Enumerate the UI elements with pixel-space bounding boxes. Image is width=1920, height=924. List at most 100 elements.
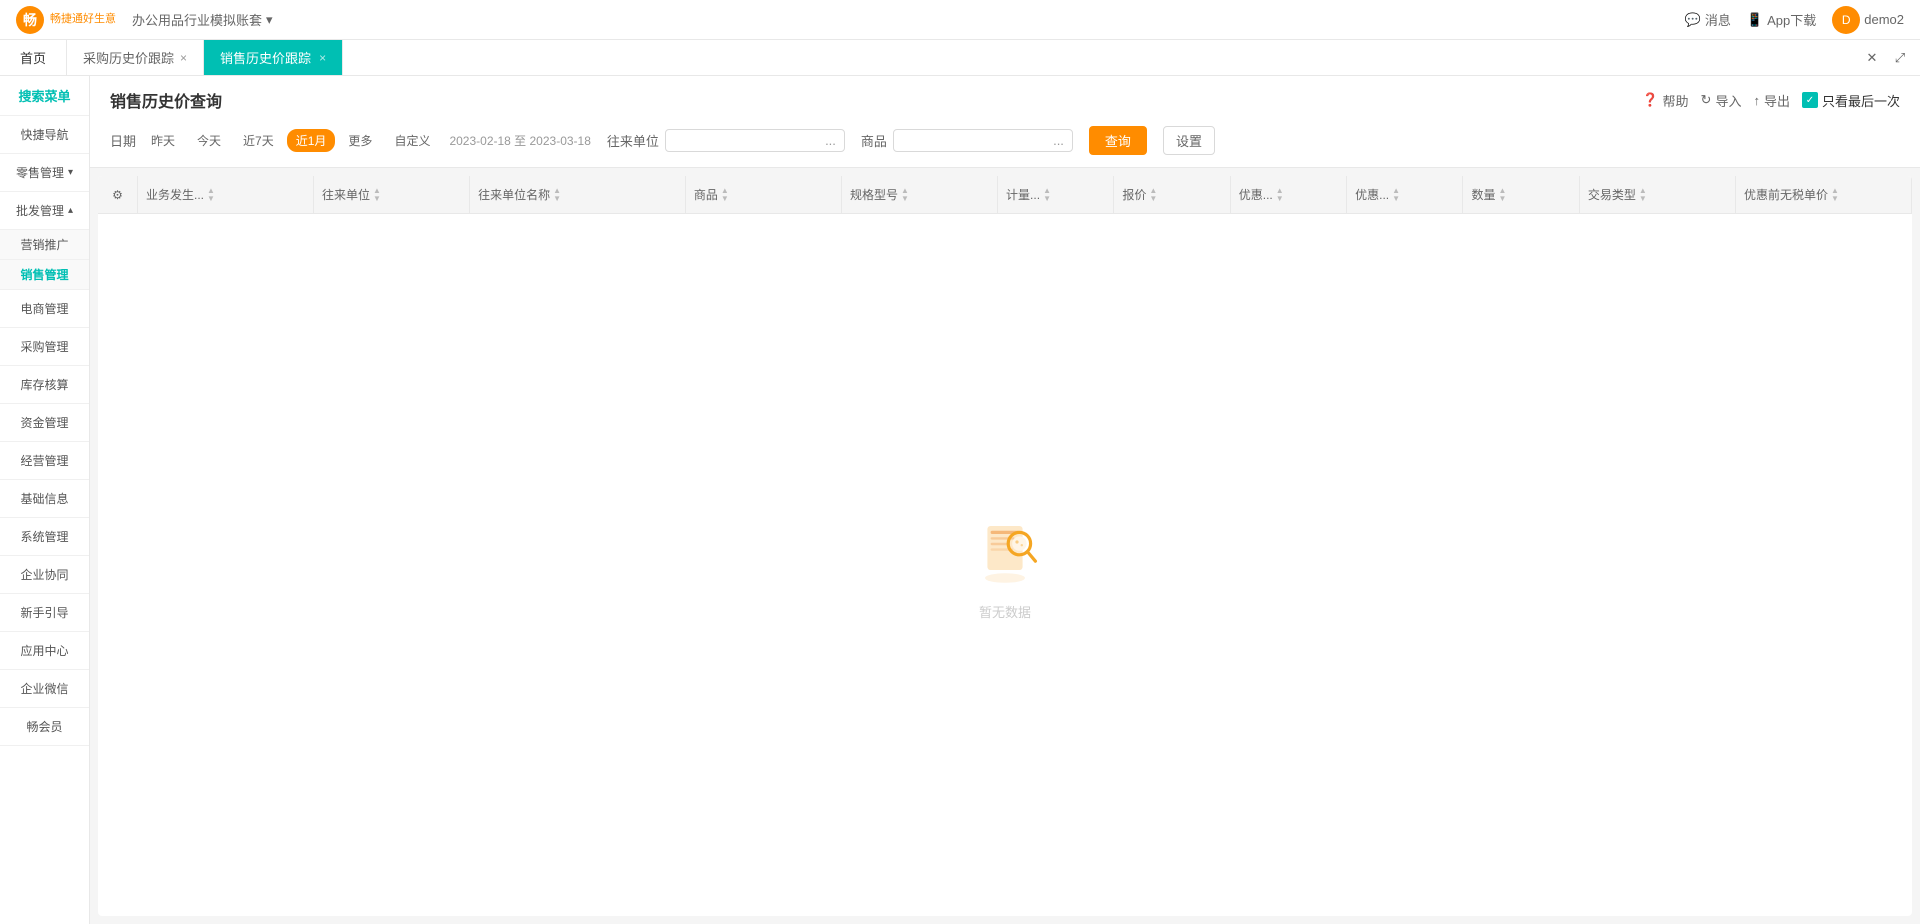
search-button[interactable]: 查询	[1089, 126, 1147, 155]
top-bar-left: 畅 畅捷通好生意 办公用品行业模拟账套 ▾	[16, 6, 281, 34]
th-spec[interactable]: 规格型号 ▲▼	[842, 176, 998, 213]
th-partner-name[interactable]: 往来单位名称 ▲▼	[470, 176, 686, 213]
date-btn-last7[interactable]: 近7天	[234, 129, 283, 152]
th-disc1[interactable]: 优惠... ▲▼	[1231, 176, 1347, 213]
tab-home[interactable]: 首页	[0, 40, 67, 75]
sidebar-item-wholesale[interactable]: 批发管理 ▴	[0, 192, 89, 230]
sidebar-purchase-label: 采购管理	[20, 338, 68, 355]
date-buttons: 昨天 今天 近7天 近1月 更多 自定义	[142, 129, 439, 152]
empty-state: 暂无数据	[98, 214, 1912, 916]
tab-sales-history-label: 销售历史价跟踪	[220, 48, 311, 67]
only-last-checkbox-label[interactable]: ✓ 只看最后一次	[1802, 91, 1900, 110]
sidebar-item-marketing[interactable]: 营销推广	[0, 230, 89, 260]
th-disc1-label: 优惠...	[1239, 186, 1273, 203]
app-selector-label: 办公用品行业模拟账套	[132, 10, 262, 29]
import-btn[interactable]: ↻ 导入	[1701, 91, 1742, 110]
th-qty[interactable]: 数量 ▲▼	[1463, 176, 1579, 213]
sidebar-sales-mgmt-label: 销售管理	[20, 268, 68, 282]
product-label: 商品	[861, 131, 887, 150]
sidebar-item-inventory[interactable]: 库存核算	[0, 366, 89, 404]
partner-label: 往来单位	[607, 131, 659, 150]
date-filter-group: 日期 昨天 今天 近7天 近1月 更多 自定义 2023-02-18 至 202…	[110, 129, 591, 152]
sidebar-retail-label: 零售管理	[16, 164, 64, 181]
message-btn[interactable]: 💬 消息	[1685, 10, 1731, 29]
date-btn-last1m[interactable]: 近1月	[287, 129, 336, 152]
sidebar-item-operations[interactable]: 经营管理	[0, 442, 89, 480]
app-download-btn[interactable]: 📱 App下载	[1747, 10, 1816, 29]
th-unit[interactable]: 计量... ▲▼	[998, 176, 1114, 213]
sidebar-item-new-guide[interactable]: 新手引导	[0, 594, 89, 632]
only-last-label: 只看最后一次	[1822, 91, 1900, 110]
date-btn-yesterday[interactable]: 昨天	[142, 129, 184, 152]
th-price[interactable]: 报价 ▲▼	[1114, 176, 1230, 213]
sidebar-vip-label: 畅会员	[26, 718, 62, 735]
page-title-row: 销售历史价查询 ❓ 帮助 ↻ 导入 ↑ 导出 ✓	[110, 88, 1900, 112]
only-last-checkbox[interactable]: ✓	[1802, 92, 1818, 108]
sidebar-item-enterprise-collab[interactable]: 企业协同	[0, 556, 89, 594]
sort-arrows-trade-type: ▲▼	[1639, 187, 1647, 203]
sidebar-item-sales-mgmt[interactable]: 销售管理	[0, 260, 89, 290]
export-icon: ↑	[1753, 93, 1760, 108]
main-layout: 搜索菜单 快捷导航 零售管理 ▾ 批发管理 ▴ 营销推广 销售管理 电商管理 采…	[0, 76, 1920, 924]
sidebar-item-ecommerce[interactable]: 电商管理	[0, 290, 89, 328]
sidebar-operations-label: 经营管理	[20, 452, 68, 469]
sidebar-item-vip[interactable]: 畅会员	[0, 708, 89, 746]
filter-settings-button[interactable]: 设置	[1163, 126, 1215, 155]
chevron-down-icon: ▾	[68, 167, 73, 178]
sidebar-item-search-menu[interactable]: 搜索菜单	[0, 76, 89, 116]
product-input[interactable]: ...	[893, 129, 1073, 152]
sidebar-item-enterprise-wechat[interactable]: 企业微信	[0, 670, 89, 708]
tab-sales-history-close[interactable]: ×	[319, 51, 326, 65]
th-disc2[interactable]: 优惠... ▲▼	[1347, 176, 1463, 213]
tab-close-all-btn[interactable]: ✕	[1860, 46, 1884, 70]
date-btn-more[interactable]: 更多	[339, 129, 381, 152]
top-bar-right: 💬 消息 📱 App下载 D demo2	[1685, 6, 1904, 34]
tab-purchase-history[interactable]: 采购历史价跟踪 ×	[67, 40, 204, 75]
th-pre-disc-price-label: 优惠前无税单价	[1744, 186, 1828, 203]
page-header: 销售历史价查询 ❓ 帮助 ↻ 导入 ↑ 导出 ✓	[90, 76, 1920, 168]
empty-icon	[965, 510, 1045, 590]
th-spec-label: 规格型号	[850, 186, 898, 203]
tab-expand-btn[interactable]: ⤢	[1888, 46, 1912, 70]
sidebar-item-purchase[interactable]: 采购管理	[0, 328, 89, 366]
th-trade-type[interactable]: 交易类型 ▲▼	[1580, 176, 1736, 213]
sidebar-item-app-center[interactable]: 应用中心	[0, 632, 89, 670]
filter-row: 日期 昨天 今天 近7天 近1月 更多 自定义 2023-02-18 至 202…	[110, 122, 1900, 159]
product-filter-group: 商品 ...	[861, 129, 1073, 152]
th-product-label: 商品	[694, 186, 718, 203]
help-label: 帮助	[1663, 91, 1689, 110]
page-title: 销售历史价查询	[110, 88, 222, 112]
export-btn[interactable]: ↑ 导出	[1753, 91, 1790, 110]
sidebar-item-finance[interactable]: 资金管理	[0, 404, 89, 442]
partner-input[interactable]: ...	[665, 129, 845, 152]
user-menu[interactable]: D demo2	[1832, 6, 1904, 34]
gear-icon: ⚙	[112, 188, 123, 202]
avatar: D	[1832, 6, 1860, 34]
th-disc2-label: 优惠...	[1355, 186, 1389, 203]
sidebar-item-retail[interactable]: 零售管理 ▾	[0, 154, 89, 192]
th-product[interactable]: 商品 ▲▼	[686, 176, 842, 213]
date-btn-custom[interactable]: 自定义	[385, 129, 439, 152]
th-trade-type-label: 交易类型	[1588, 186, 1636, 203]
th-business-date[interactable]: 业务发生... ▲▼	[138, 176, 314, 213]
help-btn[interactable]: ❓ 帮助	[1642, 91, 1688, 110]
th-partner-name-label: 往来单位名称	[478, 186, 550, 203]
sidebar-inventory-label: 库存核算	[20, 376, 68, 393]
chevron-down-icon: ▾	[266, 12, 273, 28]
th-settings[interactable]: ⚙	[98, 176, 138, 213]
date-btn-today[interactable]: 今天	[188, 129, 230, 152]
app-selector[interactable]: 办公用品行业模拟账套 ▾	[124, 6, 281, 33]
page-actions: ❓ 帮助 ↻ 导入 ↑ 导出 ✓ 只看最后一次	[1642, 91, 1900, 110]
partner-filter-group: 往来单位 ...	[607, 129, 845, 152]
sidebar-enterprise-collab-label: 企业协同	[20, 566, 68, 583]
th-partner-id[interactable]: 往来单位 ▲▼	[314, 176, 470, 213]
sidebar-item-system[interactable]: 系统管理	[0, 518, 89, 556]
sidebar-item-quick-nav[interactable]: 快捷导航	[0, 116, 89, 154]
sort-arrows-disc1: ▲▼	[1276, 187, 1284, 203]
sidebar-item-base-info[interactable]: 基础信息	[0, 480, 89, 518]
import-label: 导入	[1715, 91, 1741, 110]
th-pre-disc-price[interactable]: 优惠前无税单价 ▲▼	[1736, 176, 1912, 213]
tab-purchase-history-close[interactable]: ×	[180, 51, 187, 65]
tab-purchase-history-label: 采购历史价跟踪	[83, 48, 174, 67]
tab-sales-history[interactable]: 销售历史价跟踪 ×	[204, 40, 343, 75]
